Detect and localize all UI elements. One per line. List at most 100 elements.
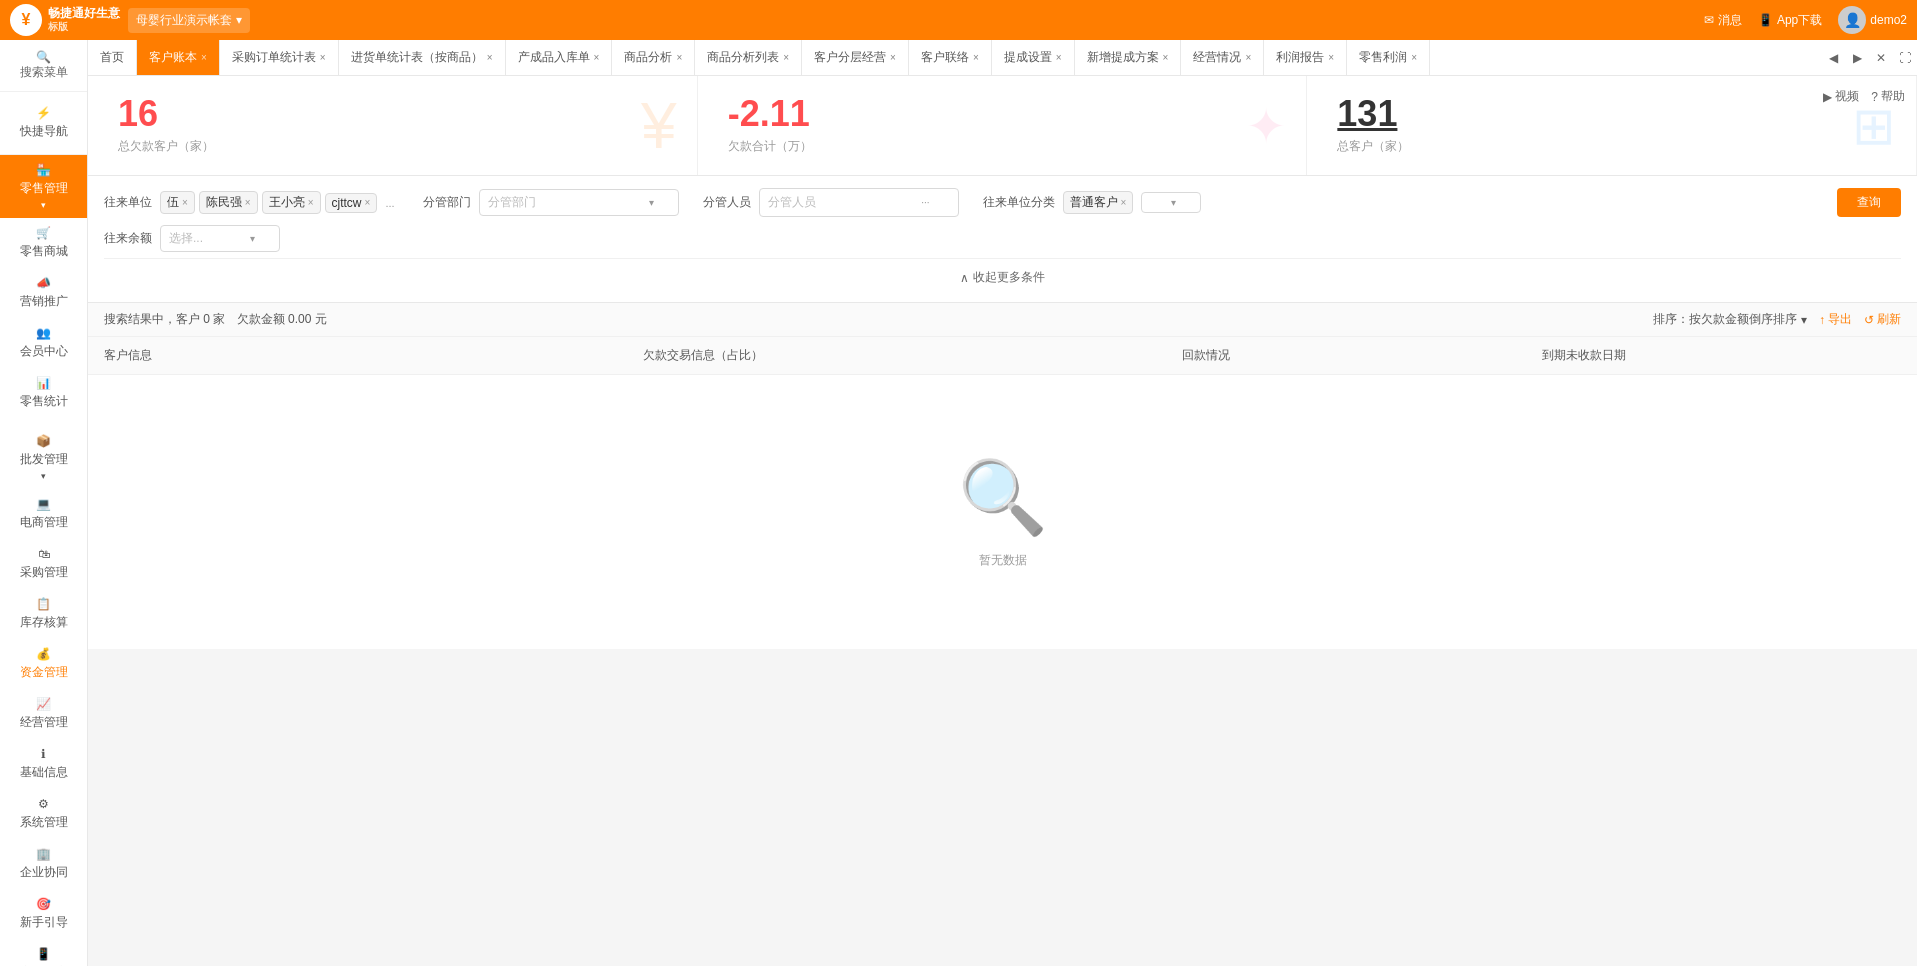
export-icon: ↑ (1819, 313, 1825, 327)
tab-product-analysis-close[interactable]: × (676, 52, 682, 63)
tag-close-0[interactable]: × (182, 197, 188, 208)
tab-profit-report[interactable]: 利润报告 × (1264, 40, 1347, 76)
tab-profit-close[interactable]: × (1328, 52, 1334, 63)
user-area[interactable]: 👤 demo2 (1838, 6, 1907, 34)
member-icon: 👥 (36, 326, 51, 340)
tab-accounts-close[interactable]: × (201, 52, 207, 63)
message-icon: ✉ (1704, 13, 1714, 27)
help-btn[interactable]: ? 帮助 (1871, 88, 1905, 105)
query-button[interactable]: 查询 (1837, 188, 1901, 217)
unit-class-dropdown[interactable]: ▾ (1141, 192, 1201, 213)
sidebar-item-retail-mgmt[interactable]: 🏪 零售管理 ▾ (0, 155, 87, 218)
tab-fullscreen-btn[interactable]: ⛶ (1893, 40, 1917, 76)
empty-icon: 🔍 (958, 455, 1048, 540)
tag-close-1[interactable]: × (245, 197, 251, 208)
tag-close-3[interactable]: × (365, 197, 371, 208)
sidebar-item-enterprise[interactable]: 🏢 企业协同 (0, 839, 87, 889)
unit-class-label: 往来单位分类 (983, 194, 1055, 211)
tab-customer-contact-close[interactable]: × (973, 52, 979, 63)
video-label: 视频 (1835, 88, 1859, 105)
tab-retail-profit-close[interactable]: × (1411, 52, 1417, 63)
sidebar-item-ecommerce[interactable]: 💻 电商管理 (0, 489, 87, 539)
tab-next-btn[interactable]: ▶ (1845, 40, 1869, 76)
page-content: ¥ 16 总欠款客户（家） ✦ -2.11 欠款合计（万） ⊞ 131 总客户（… (88, 76, 1917, 966)
unit-tag-0[interactable]: 伍 × (160, 191, 195, 214)
sidebar-search[interactable]: 🔍 搜索菜单 (0, 40, 87, 92)
sidebar-item-operations[interactable]: 📈 经营管理 (0, 689, 87, 739)
tab-purchase-order[interactable]: 采购订单统计表 × (220, 40, 339, 76)
tab-new-achievement-close[interactable]: × (1163, 52, 1169, 63)
tab-accounts-label: 客户账本 (149, 49, 197, 66)
unit-class-tag-close[interactable]: × (1121, 197, 1127, 208)
sidebar-item-newbie[interactable]: 🎯 新手引导 (0, 889, 87, 939)
app-download-btn[interactable]: 📱 App下载 (1758, 12, 1822, 29)
quicknav-icon: ⚡ (36, 106, 51, 120)
message-btn[interactable]: ✉ 消息 (1704, 12, 1742, 29)
sidebar-item-marketing[interactable]: 📣 营销推广 (0, 268, 87, 318)
tab-product-analysis-label: 商品分析 (624, 49, 672, 66)
tab-close-all-btn[interactable]: ✕ (1869, 40, 1893, 76)
tab-instock[interactable]: 进货单统计表（按商品） × (339, 40, 506, 76)
sidebar-item-appcenter[interactable]: 📱 应用中心 (0, 939, 87, 966)
store-selector[interactable]: 母婴行业演示帐套 ▾ (128, 8, 250, 33)
unit-tag-2[interactable]: 王小亮 × (262, 191, 321, 214)
unit-class-tag-0[interactable]: 普通客户 × (1063, 191, 1134, 214)
dept-select[interactable]: 分管部门 ▾ (479, 189, 679, 216)
sidebar-item-inventory[interactable]: 📋 库存核算 (0, 589, 87, 639)
person-select[interactable]: 分管人员 ··· (759, 188, 959, 217)
sidebar-item-retail-stats[interactable]: 📊 零售统计 (0, 368, 87, 418)
sidebar-item-sys[interactable]: ⚙ 系统管理 (0, 789, 87, 839)
tab-product-analysis-list[interactable]: 商品分析列表 × (695, 40, 802, 76)
tab-home[interactable]: 首页 (88, 40, 137, 76)
tab-new-achievement[interactable]: 新增提成方案 × (1075, 40, 1182, 76)
result-amount-label: 欠款金额 (237, 312, 285, 326)
tab-operations-status[interactable]: 经营情况 × (1181, 40, 1264, 76)
tab-accounts[interactable]: 客户账本 × (137, 40, 220, 76)
tab-purchase-order-close[interactable]: × (320, 52, 326, 63)
tab-customer-segment[interactable]: 客户分层经营 × (802, 40, 909, 76)
tab-costin-label: 产成品入库单 (518, 49, 590, 66)
tab-retail-profit[interactable]: 零售利润 × (1347, 40, 1430, 76)
purchase-icon: 🛍 (38, 547, 50, 561)
export-label: 导出 (1828, 311, 1852, 328)
person-extra[interactable]: ··· (917, 193, 933, 212)
tab-costin[interactable]: 产成品入库单 × (506, 40, 613, 76)
tab-customer-contact[interactable]: 客户联络 × (909, 40, 992, 76)
sidebar-item-basic[interactable]: ℹ 基础信息 (0, 739, 87, 789)
export-btn[interactable]: ↑ 导出 (1819, 311, 1852, 328)
sidebar-item-quicknav[interactable]: ⚡ 快捷导航 (0, 98, 87, 148)
sidebar-item-member[interactable]: 👥 会员中心 (0, 318, 87, 368)
refresh-btn[interactable]: ↺ 刷新 (1864, 311, 1901, 328)
tab-reminder-close[interactable]: × (1056, 52, 1062, 63)
tab-operations-status-close[interactable]: × (1245, 52, 1251, 63)
tab-prev-btn[interactable]: ◀ (1821, 40, 1845, 76)
result-count: 0 (203, 312, 210, 326)
tab-reminder[interactable]: 提成设置 × (992, 40, 1075, 76)
tab-customer-segment-close[interactable]: × (890, 52, 896, 63)
balance-placeholder: 选择... (169, 230, 203, 247)
video-btn[interactable]: ▶ 视频 (1823, 88, 1859, 105)
stat-amount: ✦ -2.11 欠款合计（万） (698, 76, 1308, 175)
tab-costin-close[interactable]: × (594, 52, 600, 63)
tab-product-list-close[interactable]: × (783, 52, 789, 63)
balance-select[interactable]: 选择... ▾ (160, 225, 280, 252)
collapse-btn[interactable]: ∧ 收起更多条件 (960, 269, 1045, 286)
tab-profit-report-label: 利润报告 (1276, 49, 1324, 66)
operations-icon: 📈 (36, 697, 51, 711)
ecommerce-label: 电商管理 (20, 514, 68, 531)
tab-instock-close[interactable]: × (487, 52, 493, 63)
sidebar-item-finance[interactable]: 💰 资金管理 (0, 639, 87, 689)
tag-close-2[interactable]: × (308, 197, 314, 208)
sidebar-item-purchase[interactable]: 🛍 采购管理 (0, 539, 87, 589)
sidebar-item-retail-mall[interactable]: 🛒 零售商城 (0, 218, 87, 268)
chevron-down-icon2: ▾ (41, 471, 46, 481)
sidebar-item-wholesale[interactable]: 📦 批发管理 ▾ (0, 426, 87, 489)
tab-product-analysis[interactable]: 商品分析 × (612, 40, 695, 76)
sort-btn[interactable]: 排序：按欠款金额倒序排序 ▾ (1653, 311, 1807, 328)
appcenter-icon: 📱 (36, 947, 51, 961)
stats-bar: ¥ 16 总欠款客户（家） ✦ -2.11 欠款合计（万） ⊞ 131 总客户（… (88, 76, 1917, 176)
search-icon: 🔍 (8, 50, 79, 64)
unit-tag-3[interactable]: cjttcw × (325, 193, 378, 213)
unit-tag-1[interactable]: 陈民强 × (199, 191, 258, 214)
unit-tag-more[interactable]: ... (381, 195, 398, 211)
